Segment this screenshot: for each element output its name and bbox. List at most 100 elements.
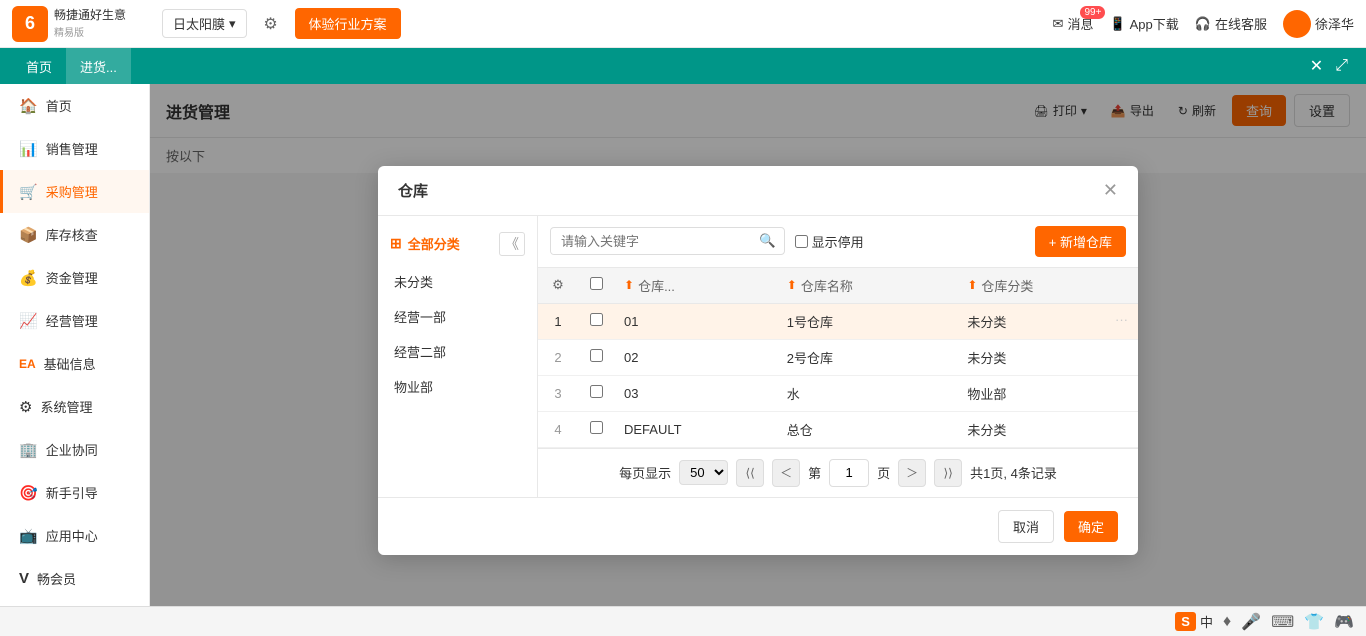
row-checkbox-1[interactable]: [578, 303, 614, 339]
bottom-icon-game: 🎮: [1334, 612, 1354, 632]
sidebar-item-enterprise[interactable]: 🏢 企业协同: [0, 428, 149, 471]
row-checkbox-4[interactable]: [578, 411, 614, 447]
prev-page-btn[interactable]: ＜: [772, 459, 800, 487]
sidebar-label-purchase: 采购管理: [46, 182, 98, 201]
second-nav-purchase[interactable]: 进货...: [66, 48, 131, 84]
row-category-2: 未分类: [957, 339, 1138, 375]
row-code-2: 02: [614, 339, 777, 375]
per-page-select[interactable]: 50: [679, 460, 728, 485]
table-row[interactable]: 2 02 2号仓库 未分类: [538, 339, 1138, 375]
message-icon: ✉: [1053, 16, 1064, 32]
user-avatar: [1283, 10, 1311, 38]
newbie-icon: 🎯: [19, 484, 38, 502]
per-page-label: 每页显示: [619, 463, 671, 482]
sidebar-label-inventory: 库存核查: [46, 225, 98, 244]
message-btn[interactable]: ✉ 消息 99+: [1053, 14, 1094, 33]
message-badge: 99+: [1080, 6, 1105, 19]
base-icon: EA: [19, 357, 36, 371]
apps-icon: 📺: [19, 527, 38, 545]
table-toolbar: 🔍 显示停用 + 新增仓库: [538, 216, 1138, 268]
user-menu[interactable]: 徐泽华: [1283, 10, 1354, 38]
settings-icon[interactable]: ⚙: [255, 8, 287, 40]
store-dropdown[interactable]: 日太阳膜 ▾: [162, 9, 247, 38]
content-area: 进货管理 🖨 打印 ▾ 📤 导出 ↻ 刷新 查询 设置: [150, 84, 1366, 636]
app-download-btn[interactable]: 📱 App下载: [1109, 14, 1178, 33]
row-code-3: 03: [614, 375, 777, 411]
row-code-1: 01: [614, 303, 777, 339]
category-item-ops1[interactable]: 经营一部: [378, 299, 537, 334]
brand-cn-label: 中: [1200, 612, 1213, 631]
sidebar-item-sales[interactable]: 📊 销售管理: [0, 127, 149, 170]
row-select-1[interactable]: [590, 313, 603, 326]
sort-icon-category: ⬆: [967, 278, 977, 292]
header-nav: 日太阳膜 ▾ ⚙ 体验行业方案: [162, 8, 1053, 40]
row-name-2: 2号仓库: [777, 339, 958, 375]
row-category-3: 物业部: [957, 375, 1138, 411]
row-select-3[interactable]: [590, 385, 603, 398]
sidebar-item-base[interactable]: EA 基础信息: [0, 342, 149, 385]
row-dots-1[interactable]: ···: [1115, 312, 1128, 327]
col-checkbox: [578, 268, 614, 304]
row-code-4: DEFAULT: [614, 411, 777, 447]
sidebar-item-inventory[interactable]: 📦 库存核查: [0, 213, 149, 256]
row-select-2[interactable]: [590, 349, 603, 362]
select-all-checkbox[interactable]: [590, 277, 603, 290]
sidebar-item-finance[interactable]: 💰 资金管理: [0, 256, 149, 299]
first-page-btn[interactable]: ⟨⟨: [736, 459, 764, 487]
row-select-4[interactable]: [590, 421, 603, 434]
category-item-unclassified[interactable]: 未分类: [378, 264, 537, 299]
app-edition: 精易版: [54, 24, 126, 39]
show-disabled-checkbox[interactable]: [795, 235, 808, 248]
table-row[interactable]: 1 01 1号仓库 未分类: [538, 303, 1138, 339]
next-page-btn[interactable]: ＞: [898, 459, 926, 487]
sidebar-item-home[interactable]: 🏠 首页: [0, 84, 149, 127]
industry-btn[interactable]: 体验行业方案: [295, 8, 401, 39]
category-grid-icon: ⊞: [390, 235, 402, 252]
row-checkbox-3[interactable]: [578, 375, 614, 411]
second-nav-home[interactable]: 首页: [12, 48, 66, 84]
logo-area: 6 畅捷通好生意 精易版: [12, 6, 162, 42]
second-nav: 首页 进货... ✕ ⤢: [0, 48, 1366, 84]
table-row[interactable]: 4 DEFAULT 总仓 未分类: [538, 411, 1138, 447]
sidebar-label-newbie: 新手引导: [46, 483, 98, 502]
modal-header: 仓库 ✕: [378, 166, 1138, 216]
sidebar-item-operation[interactable]: 📈 经营管理: [0, 299, 149, 342]
confirm-btn[interactable]: 确定: [1064, 511, 1118, 542]
sidebar-label-sales: 销售管理: [46, 139, 98, 158]
row-category-1: 未分类 ···: [957, 303, 1138, 339]
page-number-input[interactable]: [829, 459, 869, 487]
cancel-btn[interactable]: 取消: [998, 510, 1054, 543]
sidebar-item-member[interactable]: V 畅会员: [0, 557, 149, 600]
sidebar-item-apps[interactable]: 📺 应用中心: [0, 514, 149, 557]
nav-expand-icon[interactable]: ⤢: [1329, 57, 1354, 75]
total-info: 共1页, 4条记录: [970, 463, 1057, 482]
category-item-ops2[interactable]: 经营二部: [378, 334, 537, 369]
row-checkbox-2[interactable]: [578, 339, 614, 375]
modal-title: 仓库: [398, 180, 428, 201]
new-warehouse-btn[interactable]: + 新增仓库: [1035, 226, 1126, 257]
sidebar-item-system[interactable]: ⚙ 系统管理: [0, 385, 149, 428]
home-icon: 🏠: [19, 97, 38, 115]
app-name: 畅捷通好生意: [54, 8, 126, 24]
finance-icon: 💰: [19, 269, 38, 287]
category-item-property[interactable]: 物业部: [378, 369, 537, 404]
headset-icon: 🎧: [1195, 16, 1211, 32]
table-panel: 🔍 显示停用 + 新增仓库: [538, 216, 1138, 497]
sidebar-item-purchase[interactable]: 🛒 采购管理: [0, 170, 149, 213]
category-collapse-btn[interactable]: 《: [499, 232, 525, 256]
search-btn[interactable]: 🔍: [751, 228, 784, 254]
modal-close-btn[interactable]: ✕: [1103, 180, 1118, 201]
sidebar-item-newbie[interactable]: 🎯 新手引导: [0, 471, 149, 514]
search-input[interactable]: [551, 229, 751, 254]
last-page-btn[interactable]: ⟩⟩: [934, 459, 962, 487]
nav-close-icon[interactable]: ✕: [1304, 56, 1329, 76]
sidebar-label-operation: 经营管理: [46, 311, 98, 330]
category-all-btn[interactable]: ⊞ 全部分类: [390, 234, 460, 253]
sales-icon: 📊: [19, 140, 38, 158]
online-service-btn[interactable]: 🎧 在线客服: [1195, 14, 1267, 33]
table-row[interactable]: 3 03 水 物业部: [538, 375, 1138, 411]
bottom-icon-mic: 🎤: [1241, 612, 1261, 632]
sidebar-label-finance: 资金管理: [46, 268, 98, 287]
show-disabled-label[interactable]: 显示停用: [795, 232, 864, 251]
brand-logo-bottom: S 中: [1175, 612, 1213, 631]
